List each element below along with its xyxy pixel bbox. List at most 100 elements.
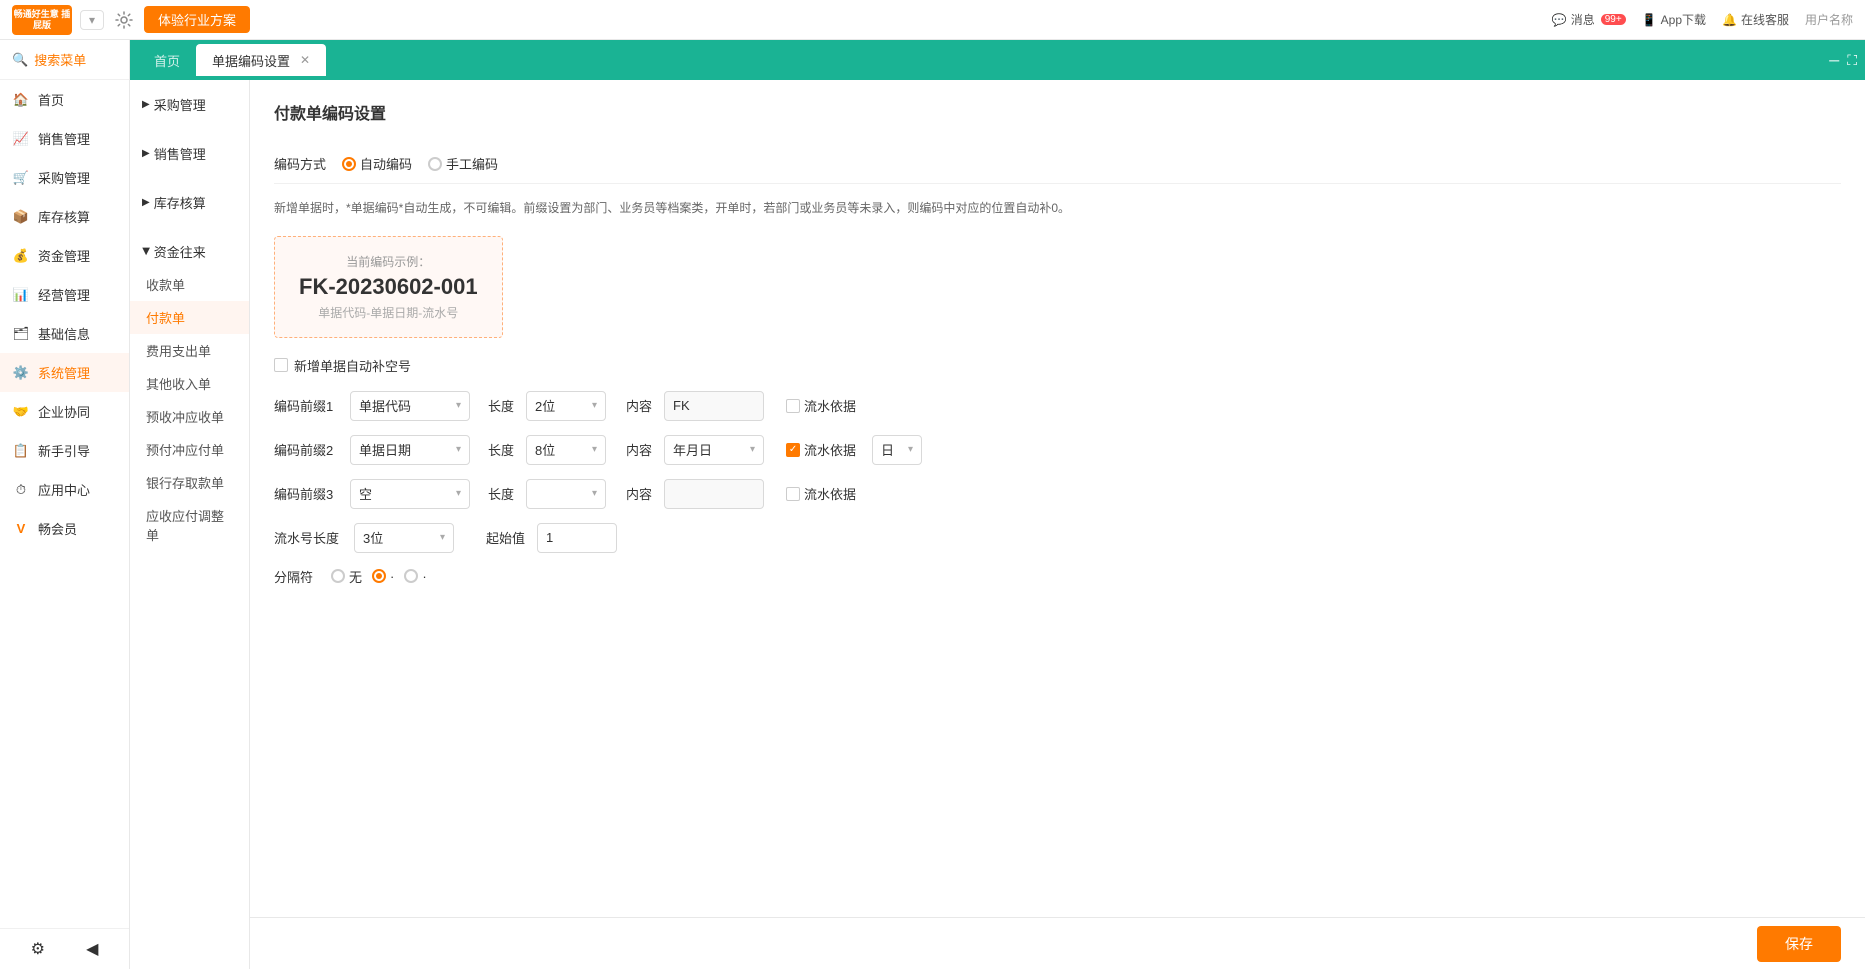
chevron-right-icon3: ▶ [142,197,150,208]
sidebar-item-basic[interactable]: 🗂 基础信息 [0,314,129,353]
sidebar-item-home[interactable]: 🏠 首页 [0,80,129,119]
prefix3-arrow: ▾ [456,488,461,499]
prefix3-content-label: 内容 [626,484,652,503]
app-icon: 📱 [1642,13,1657,27]
message-btn[interactable]: 💬 消息 99+ [1552,11,1626,28]
dropdown-arrow: ▾ [89,13,95,27]
sidebar-bottom: ⚙ ◀ [0,928,129,969]
sidebar-item-system[interactable]: ⚙️ 系统管理 [0,353,129,392]
prefix3-content-input [664,479,764,509]
separator-row: 分隔符 无 · · [274,567,1841,586]
auto-encode-radio[interactable]: 自动编码 [342,154,412,173]
sidebar-item-enterprise[interactable]: 🤝 企业协同 [0,392,129,431]
menu-group-sales-title[interactable]: ▶ 销售管理 [130,137,249,170]
settings-icon[interactable] [112,8,136,32]
prefix2-row: 编码前缀2 单据日期 ▾ 长度 8位 ▾ 内容 年月日 [274,435,1841,465]
sidebar-search[interactable]: 🔍 搜索菜单 [0,40,129,80]
prefix2-select[interactable]: 单据日期 ▾ [350,435,470,465]
prefix2-label: 编码前缀2 [274,440,342,459]
sidebar-item-guide[interactable]: 📋 新手引导 [0,431,129,470]
separator-dot-radio[interactable]: · [372,569,394,584]
user-info[interactable]: 用户名称 [1805,11,1853,28]
serial-length-label: 流水号长度 [274,528,342,547]
sidebar-collapse-icon[interactable]: ◀ [86,939,98,959]
home-icon: 🏠 [12,91,30,109]
tab-close-icon[interactable]: ✕ [300,53,310,67]
example-box: 当前编码示例： FK-20230602-001 单据代码-单据日期-流水号 [274,236,503,338]
menu-group-purchase: ▶ 采购管理 [130,80,249,129]
example-sub: 单据代码-单据日期-流水号 [318,304,458,321]
menu-item-other-income[interactable]: 其他收入单 [130,367,249,400]
guide-icon: 📋 [12,442,30,460]
prefix3-select[interactable]: 空 ▾ [350,479,470,509]
window-expand-icon[interactable]: ⛶ [1847,52,1857,69]
sidebar-item-sales[interactable]: 📈 销售管理 [0,119,129,158]
prefix3-stream-checkbox[interactable]: 流水依据 [786,484,856,503]
start-value-input[interactable]: 1 [537,523,617,553]
menu-group-finance-title[interactable]: ▶ 资金往来 [130,235,249,268]
serial-length-select[interactable]: 3位 ▾ [354,523,454,553]
sidebar-item-appcenter[interactable]: ⏱ 应用中心 [0,470,129,509]
prefix2-content-arrow: ▾ [750,444,755,455]
prefix1-select[interactable]: 单据代码 ▾ [350,391,470,421]
sidebar-item-purchase[interactable]: 🛒 采购管理 [0,158,129,197]
tab-encoding-settings[interactable]: 单据编码设置 ✕ [196,44,326,76]
serial-length-arrow: ▾ [440,532,445,543]
app-download-btn[interactable]: 📱 App下载 [1642,11,1706,28]
prefix1-stream-box[interactable] [786,399,800,413]
sales-icon: 📈 [12,130,30,148]
manual-encode-radio[interactable]: 手工编码 [428,154,498,173]
sidebar-settings-icon[interactable]: ⚙ [31,939,45,959]
prefix1-label: 编码前缀1 [274,396,342,415]
sidebar-item-member[interactable]: V 畅会员 [0,509,129,548]
menu-item-receipt[interactable]: 收款单 [130,268,249,301]
app-logo: 畅通好生意 插屁版 [12,5,72,35]
service-btn[interactable]: 🔔 在线客服 [1722,11,1789,28]
separator-none-radio[interactable]: 无 [331,567,362,586]
industry-btn[interactable]: 体验行业方案 [144,6,250,33]
prefix3-stream-box[interactable] [786,487,800,501]
menu-item-adjustment[interactable]: 应收应付调整单 [130,499,249,551]
prefix2-arrow: ▾ [456,444,461,455]
window-minimize-icon[interactable]: ─ [1829,52,1839,68]
system-icon: ⚙️ [12,364,30,382]
menu-item-advance-receive[interactable]: 预收冲应收单 [130,400,249,433]
prefix2-stream-checkbox[interactable]: ✓ 流水依据 [786,440,856,459]
prefix2-stream-box[interactable]: ✓ [786,443,800,457]
service-icon: 🔔 [1722,13,1737,27]
separator-dash-radio[interactable]: · [404,569,426,584]
menu-item-bank[interactable]: 银行存取款单 [130,466,249,499]
sidebar-item-operation[interactable]: 📊 经营管理 [0,275,129,314]
menu-group-inventory: ▶ 库存核算 [130,178,249,227]
sidebar-item-inventory[interactable]: 📦 库存核算 [0,197,129,236]
inner-layout: ▶ 采购管理 ▶ 销售管理 ▶ 库存核算 [130,80,1865,969]
sidebar-item-finance[interactable]: 💰 资金管理 [0,236,129,275]
menu-group-inventory-title[interactable]: ▶ 库存核算 [130,186,249,219]
prefix1-length-arrow: ▾ [592,400,597,411]
prefix1-stream-checkbox[interactable]: 流水依据 [786,396,856,415]
tab-home[interactable]: 首页 [138,44,196,76]
prefix2-content-select[interactable]: 年月日 ▾ [664,435,764,465]
menu-group-purchase-title[interactable]: ▶ 采购管理 [130,88,249,121]
topbar-dropdown[interactable]: ▾ [80,10,104,30]
save-button[interactable]: 保存 [1757,926,1841,962]
prefix2-length-label: 长度 [488,440,514,459]
message-badge: 99+ [1601,14,1626,25]
auto-fill-checkbox[interactable] [274,358,288,372]
topbar-right: 💬 消息 99+ 📱 App下载 🔔 在线客服 用户名称 [1552,11,1853,28]
topbar: 畅通好生意 插屁版 ▾ 体验行业方案 💬 消息 99+ 📱 App下载 🔔 在线… [0,0,1865,40]
prefix1-length-select[interactable]: 2位 ▾ [526,391,606,421]
prefix2-date-unit-select[interactable]: 日 ▾ [872,435,922,465]
prefix3-row: 编码前缀3 空 ▾ 长度 ▾ 内容 [274,479,1841,509]
sidebar: 🔍 搜索菜单 🏠 首页 📈 销售管理 🛒 采购管理 📦 库存核算 💰 资金管理 … [0,40,130,969]
search-icon: 🔍 [12,52,28,68]
auto-encode-dot [342,157,356,171]
prefix3-length-label: 长度 [488,484,514,503]
prefix3-label: 编码前缀3 [274,484,342,503]
menu-item-payment[interactable]: 付款单 [130,301,249,334]
menu-item-advance-pay[interactable]: 预付冲应付单 [130,433,249,466]
menu-item-expense[interactable]: 费用支出单 [130,334,249,367]
prefix2-length-select[interactable]: 8位 ▾ [526,435,606,465]
separator-label: 分隔符 [274,567,313,586]
prefix3-length-select[interactable]: ▾ [526,479,606,509]
